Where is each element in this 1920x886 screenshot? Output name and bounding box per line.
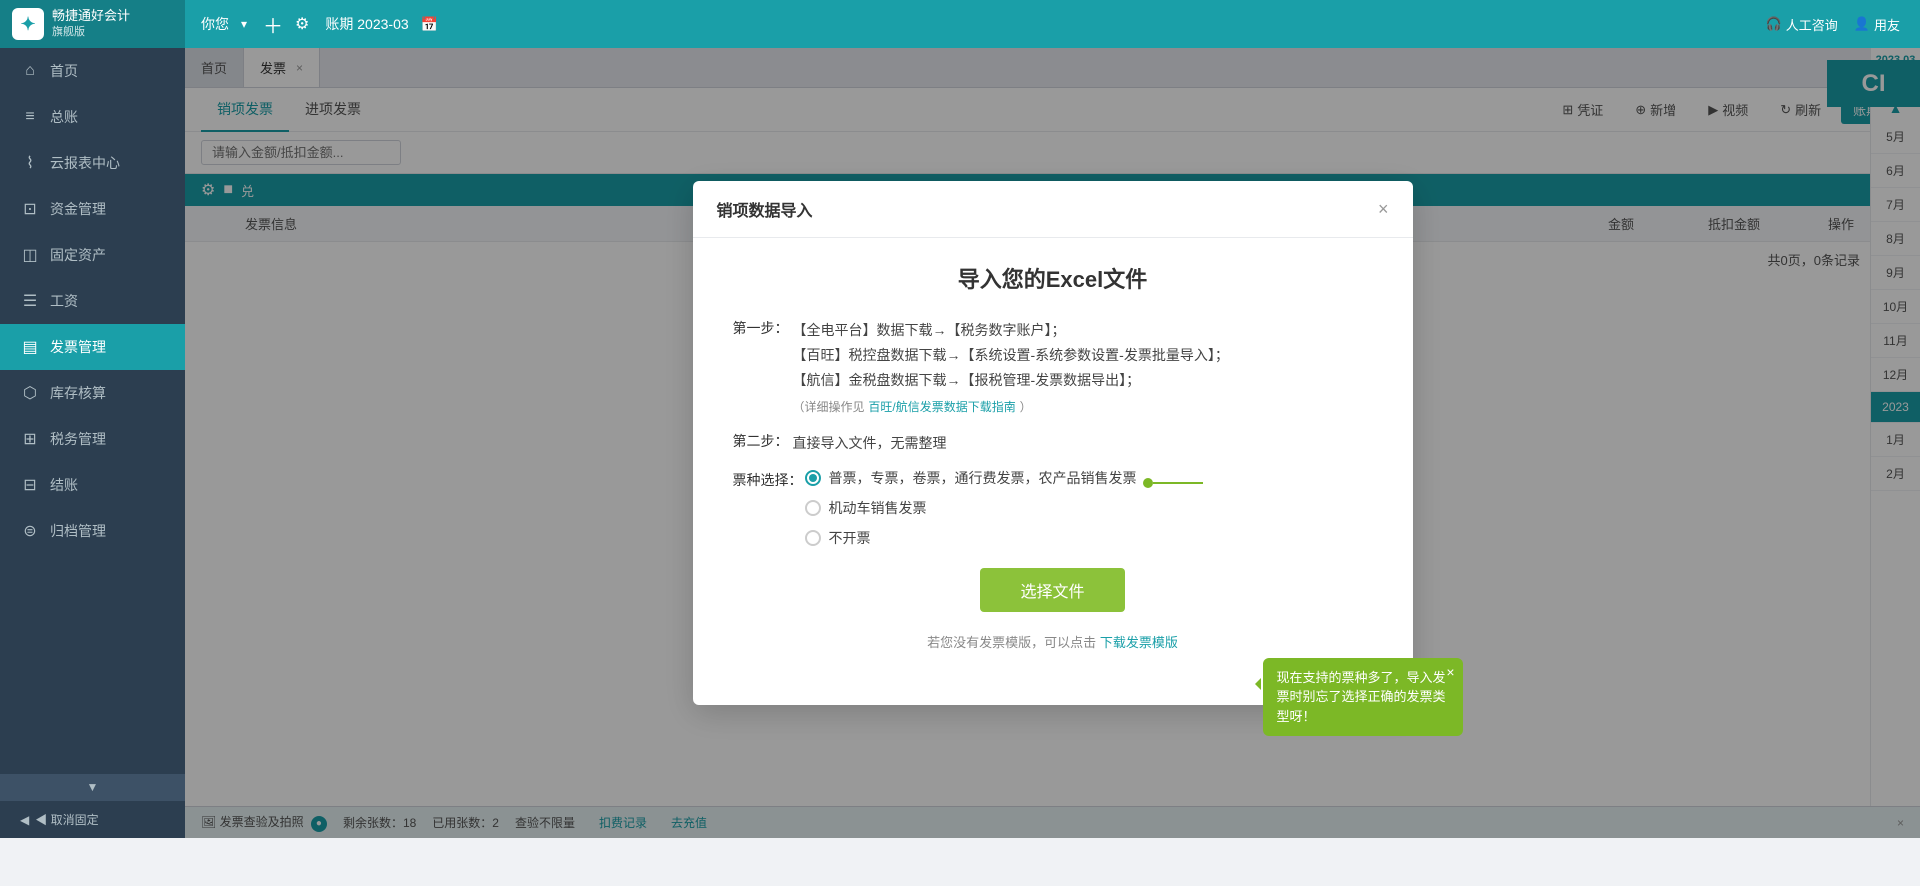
step1-line2: 【百旺】税控盘数据下载→【系统设置-系统参数设置-发票批量导入】；: [793, 343, 1229, 368]
sidebar-item-tax[interactable]: ⊞ 税务管理: [0, 416, 185, 462]
step2-text: 直接导入文件，无需整理: [793, 431, 947, 456]
fund-icon: ⊡: [20, 199, 40, 219]
user-icon: 👤: [1854, 16, 1870, 32]
radio-motor[interactable]: 机动车销售发票: [805, 498, 1137, 518]
archive-icon: ⊜: [20, 521, 40, 541]
modal-body: 导入您的Excel文件 第一步： 【全电平台】数据下载→【税务数字账户】； 【百…: [693, 238, 1413, 675]
user-button[interactable]: 👤 用友: [1854, 15, 1900, 34]
sidebar-item-asset[interactable]: ◫ 固定资产: [0, 232, 185, 278]
modal-main-title: 导入您的Excel文件: [733, 262, 1373, 294]
step2-label: 第二步：: [733, 431, 793, 456]
tooltip-dot: [1143, 478, 1153, 488]
tax-icon: ⊞: [20, 429, 40, 449]
service-button[interactable]: 🎧 人工咨询: [1766, 15, 1838, 34]
inventory-icon: ⬡: [20, 383, 40, 403]
radio-group-label: 票种选择：: [733, 468, 805, 490]
settle-icon: ⊟: [20, 475, 40, 495]
radio-normal[interactable]: 普票，专票，卷票，通行费发票，农产品销售发票: [805, 468, 1137, 488]
home-icon: ⌂: [20, 62, 40, 80]
tooltip-container: × 现在支持的票种多了，导入发票时别忘了选择正确的发票类型呀！: [1143, 458, 1403, 537]
guide-link[interactable]: 百旺/航信发票数据下载指南: [868, 400, 1015, 414]
add-tab-button[interactable]: ＋: [263, 10, 283, 39]
sidebar-item-inventory[interactable]: ⬡ 库存核算: [0, 370, 185, 416]
payroll-icon: ☰: [20, 291, 40, 311]
radio-motor-circle: [805, 500, 821, 516]
modal: 销项数据导入 × 导入您的Excel文件 第一步： 【全电平台】数据下载→【税务…: [693, 181, 1413, 705]
modal-footer-note: 若您没有发票模版，可以点击 下载发票模版: [733, 632, 1373, 651]
calendar-icon[interactable]: 📅: [421, 16, 438, 33]
settings-icon[interactable]: ⚙: [295, 14, 309, 34]
modal-close-button[interactable]: ×: [1378, 199, 1389, 220]
company-name[interactable]: 你您: [201, 14, 229, 34]
step1-line3: 【航信】金税盘数据下载→【报税管理-发票数据导出】；: [793, 368, 1229, 393]
tooltip-close-button[interactable]: ×: [1446, 664, 1454, 680]
sidebar-scroll-down[interactable]: ▼: [0, 774, 185, 800]
sidebar-item-report[interactable]: ⌇ 云报表中心: [0, 140, 185, 186]
modal-title: 销项数据导入: [717, 197, 813, 221]
download-template-link[interactable]: 下载发票模版: [1100, 635, 1178, 650]
sidebar-item-invoice[interactable]: ▤ 发票管理: [0, 324, 185, 370]
company-dropdown-icon[interactable]: ▾: [241, 17, 247, 31]
tooltip-line: [1153, 482, 1203, 484]
sidebar-item-archive[interactable]: ⊜ 归档管理: [0, 508, 185, 554]
tooltip-bubble: × 现在支持的票种多了，导入发票时别忘了选择正确的发票类型呀！: [1263, 658, 1463, 737]
step1-label: 第一步：: [733, 318, 793, 419]
modal-overlay: 销项数据导入 × 导入您的Excel文件 第一步： 【全电平台】数据下载→【税务…: [185, 48, 1920, 838]
sidebar-item-settle[interactable]: ⊟ 结账: [0, 462, 185, 508]
radio-noticket[interactable]: 不开票: [805, 528, 1137, 548]
radio-options: 普票，专票，卷票，通行费发票，农产品销售发票 机动车销售发票 不开票: [805, 468, 1137, 548]
cancel-fixed-icon: ◀: [20, 813, 29, 827]
ledger-icon: ≡: [20, 108, 40, 126]
modal-header: 销项数据导入 ×: [693, 181, 1413, 238]
period-label: 账期 2023-03: [325, 14, 408, 34]
logo-area: ✦ 畅捷通好会计 旗舰版: [0, 0, 185, 48]
header-right: 🎧 人工咨询 👤 用友: [1766, 15, 1900, 34]
invoice-icon: ▤: [20, 337, 40, 357]
sidebar-item-payroll[interactable]: ☰ 工资: [0, 278, 185, 324]
header-nav: 你您 ▾ ＋ ⚙ 账期 2023-03 📅: [185, 10, 1766, 39]
step1-line1: 【全电平台】数据下载→【税务数字账户】；: [793, 318, 1229, 343]
cancel-fixed-button[interactable]: ◀ ◀ 取消固定: [0, 800, 185, 838]
report-icon: ⌇: [20, 153, 40, 173]
asset-icon: ◫: [20, 245, 40, 265]
step1-note-row: （详细操作见 百旺/航信发票数据下载指南 ）: [793, 394, 1229, 419]
radio-group-row: 票种选择： 普票，专票，卷票，通行费发票，农产品销售发票 机动车销售发票 不开票: [733, 468, 1373, 548]
sidebar-item-home[interactable]: ⌂ 首页: [0, 48, 185, 94]
headset-icon: 🎧: [1766, 16, 1782, 32]
step1-content: 【全电平台】数据下载→【税务数字账户】； 【百旺】税控盘数据下载→【系统设置-系…: [793, 318, 1229, 419]
select-file-button[interactable]: 选择文件: [980, 568, 1124, 612]
logo-icon: ✦: [12, 8, 44, 40]
radio-normal-circle: [805, 470, 821, 486]
sidebar-item-fund[interactable]: ⊡ 资金管理: [0, 186, 185, 232]
sidebar-item-ledger[interactable]: ≡ 总账: [0, 94, 185, 140]
logo-text: 畅捷通好会计 旗舰版: [52, 8, 130, 39]
radio-noticket-circle: [805, 530, 821, 546]
step1-row: 第一步： 【全电平台】数据下载→【税务数字账户】； 【百旺】税控盘数据下载→【系…: [733, 318, 1373, 419]
top-header: ✦ 畅捷通好会计 旗舰版 你您 ▾ ＋ ⚙ 账期 2023-03 📅 🎧 人工咨…: [0, 0, 1920, 48]
step2-row: 第二步： 直接导入文件，无需整理: [733, 431, 1373, 456]
sidebar: ⌂ 首页 ≡ 总账 ⌇ 云报表中心 ⊡ 资金管理 ◫ 固定资产 ☰ 工资 ▤ 发…: [0, 48, 185, 838]
sidebar-scroll: ⌂ 首页 ≡ 总账 ⌇ 云报表中心 ⊡ 资金管理 ◫ 固定资产 ☰ 工资 ▤ 发…: [0, 48, 185, 774]
